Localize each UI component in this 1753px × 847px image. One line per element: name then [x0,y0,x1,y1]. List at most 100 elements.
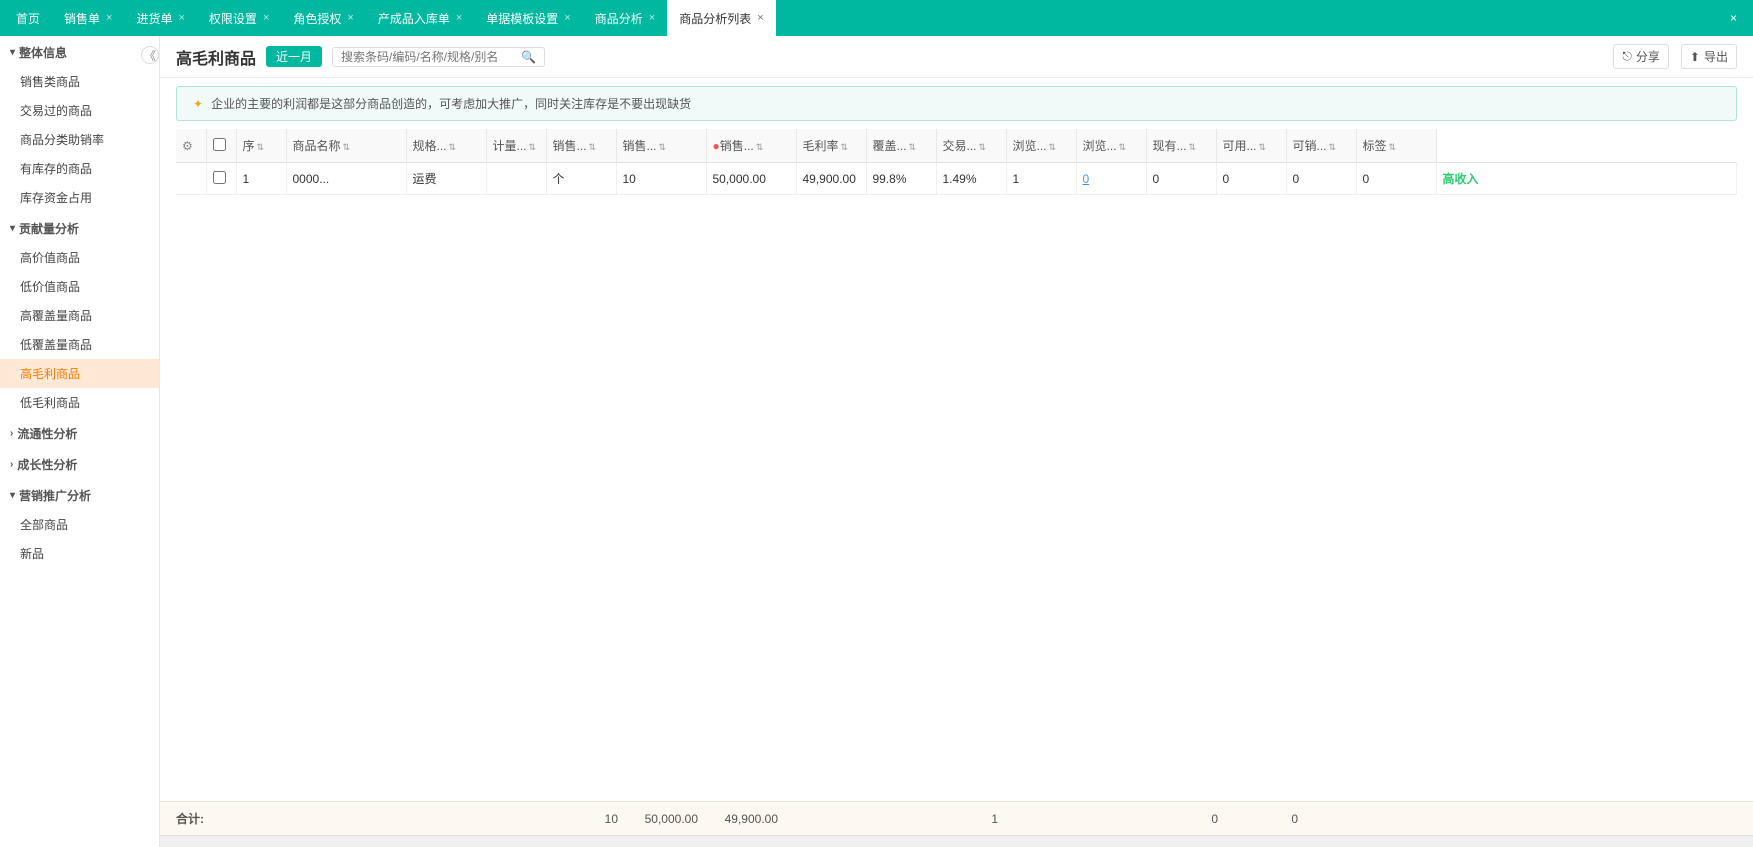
sales-qty-col-header: 销售...⇅ [546,129,616,163]
nav-analysis-list[interactable]: 商品分析列表 × [667,0,775,36]
sidebar-group-marketing[interactable]: ▾ 营销推广分析 [0,479,159,510]
footer-sales-qty: 10 [544,812,624,826]
sort-icon: ⇅ [1259,142,1267,152]
group-arrow-marketing-icon: ▾ [10,490,15,501]
sidebar-item-high-margin[interactable]: 高毛利商品 [0,359,159,388]
nav-permissions-close[interactable]: × [263,12,269,24]
page-title: 高毛利商品 [176,45,256,69]
footer-current-stock: 0 [1144,812,1224,826]
main-layout: 《 ▾ 整体信息 销售类商品 交易过的商品 商品分类助销率 有库存的商品 库存资… [0,36,1753,847]
sidebar-item-low-margin[interactable]: 低毛利商品 [0,388,159,417]
header-actions: ⎋ 分享 ⬆ 导出 [1613,44,1737,69]
row-settings [176,163,206,195]
search-box: 🔍 [332,47,545,67]
data-table: ⚙ 序⇅ 商品名称⇅ 规格...⇅ [176,129,1737,195]
search-icon[interactable]: 🔍 [521,50,536,64]
nav-sales[interactable]: 销售单 × [52,0,124,36]
nav-template-close[interactable]: × [564,12,570,24]
export-button[interactable]: ⬆ 导出 [1681,44,1737,69]
table-footer: 合计: 10 50,000.00 49,900.00 1 0 0 [160,801,1753,835]
sidebar-group-overall[interactable]: ▾ 整体信息 [0,36,159,67]
group-arrow-icon: ▾ [10,47,15,58]
sidebar-item-low-value[interactable]: 低价值商品 [0,272,159,301]
nav-analysis-list-close[interactable]: × [757,12,763,24]
sidebar-group-liquidity[interactable]: › 流通性分析 [0,417,159,448]
row-current-stock: 0 [1216,163,1286,195]
sidebar-item-stock-capital[interactable]: 库存资金占用 [0,183,159,212]
nav-home[interactable]: 首页 [4,0,52,36]
trade-col-header: 交易...⇅ [936,129,1006,163]
sidebar-item-high-value[interactable]: 高价值商品 [0,243,159,272]
sales-profit-col-header: ●销售...⇅ [706,129,796,163]
nav-template[interactable]: 单据模板设置 × [474,0,582,36]
share-icon: ⎋ [1622,49,1632,64]
sidebar-collapse-button[interactable]: 《 [141,46,159,64]
row-coverage: 1.49% [936,163,1006,195]
row-tag: 高收入 [1436,163,1737,195]
footer-sales-profit: 49,900.00 [704,812,784,826]
nav-purchase[interactable]: 进货单 × [124,0,196,36]
content-header: 高毛利商品 近一月 🔍 ⎋ 分享 ⬆ 导出 [160,36,1753,78]
content-area: 高毛利商品 近一月 🔍 ⎋ 分享 ⬆ 导出 ✦ 企业的主 [160,36,1753,847]
sort-icon: ⇅ [589,142,597,152]
sort-icon: ⇅ [979,142,987,152]
view1-col-header: 浏览...⇅ [1006,129,1076,163]
sidebar-group-contribution[interactable]: ▾ 贡献量分析 [0,212,159,243]
nav-sales-close[interactable]: × [106,12,112,24]
sort-icon: ⇅ [257,142,265,152]
sidebar-item-sales-goods[interactable]: 销售类商品 [0,67,159,96]
nav-inbound-close[interactable]: × [456,12,462,24]
settings-col-header[interactable]: ⚙ [176,129,206,163]
nav-analysis[interactable]: 商品分析 × [583,0,667,36]
sidebar-item-high-coverage[interactable]: 高覆盖量商品 [0,301,159,330]
unit-col-header: 计量...⇅ [486,129,546,163]
row-select-checkbox[interactable] [213,171,226,184]
sort-icon: ⇅ [1049,142,1057,152]
sidebar-item-all-goods[interactable]: 全部商品 [0,510,159,539]
nav-roles-close[interactable]: × [347,12,353,24]
row-spec [486,163,546,195]
sidebar-item-in-stock[interactable]: 有库存的商品 [0,154,159,183]
sort-icon: ⇅ [909,142,917,152]
row-unit: 个 [546,163,616,195]
sort-icon: ⇅ [659,142,667,152]
sidebar-item-low-coverage[interactable]: 低覆盖量商品 [0,330,159,359]
table-header-row: ⚙ 序⇅ 商品名称⇅ 规格...⇅ [176,129,1737,163]
row-trade-count: 1 [1006,163,1076,195]
horizontal-scrollbar[interactable] [160,835,1753,847]
sellable-days-col-header: 可销...⇅ [1286,129,1356,163]
settings-icon[interactable]: ⚙ [182,139,193,153]
row-code: 0000... [286,163,406,195]
sort-icon: ⇅ [1189,142,1197,152]
info-banner: ✦ 企业的主要的利润都是这部分商品创造的，可考虑加大推广，同时关注库存是不要出现… [176,86,1737,121]
sort-icon: ⇅ [1329,142,1337,152]
footer-label: 合计: [176,810,204,827]
name-col-header: 商品名称⇅ [286,129,406,163]
footer-trade-count: 1 [924,812,1004,826]
row-checkbox[interactable] [206,163,236,195]
sidebar-group-growth[interactable]: › 成长性分析 [0,448,159,479]
window-close-button[interactable]: × [1718,9,1749,27]
footer-values: 10 50,000.00 49,900.00 1 0 0 [224,812,1304,826]
nav-inbound[interactable]: 产成品入库单 × [366,0,474,36]
sidebar-item-traded-goods[interactable]: 交易过的商品 [0,96,159,125]
row-sales-qty: 10 [616,163,706,195]
checkbox-col-header[interactable] [206,129,236,163]
sidebar-item-category-rate[interactable]: 商品分类助销率 [0,125,159,154]
group-arrow-growth-icon: › [10,459,13,470]
date-filter-button[interactable]: 近一月 [266,46,322,67]
sidebar-item-new-goods[interactable]: 新品 [0,539,159,568]
share-button[interactable]: ⎋ 分享 [1613,44,1669,69]
top-nav: 首页 销售单 × 进货单 × 权限设置 × 角色授权 × 产成品入库单 × 单据… [0,0,1753,36]
sort-icon: ⇅ [449,142,457,152]
nav-permissions[interactable]: 权限设置 × [197,0,281,36]
search-input[interactable] [341,50,521,64]
nav-purchase-close[interactable]: × [178,12,184,24]
info-icon: ✦ [193,97,203,111]
select-all-checkbox[interactable] [213,138,226,151]
coverage-col-header: 覆盖...⇅ [866,129,936,163]
nav-roles[interactable]: 角色授权 × [281,0,365,36]
row-view1[interactable]: 0 [1076,163,1146,195]
view1-link[interactable]: 0 [1083,172,1090,186]
nav-analysis-close[interactable]: × [649,12,655,24]
